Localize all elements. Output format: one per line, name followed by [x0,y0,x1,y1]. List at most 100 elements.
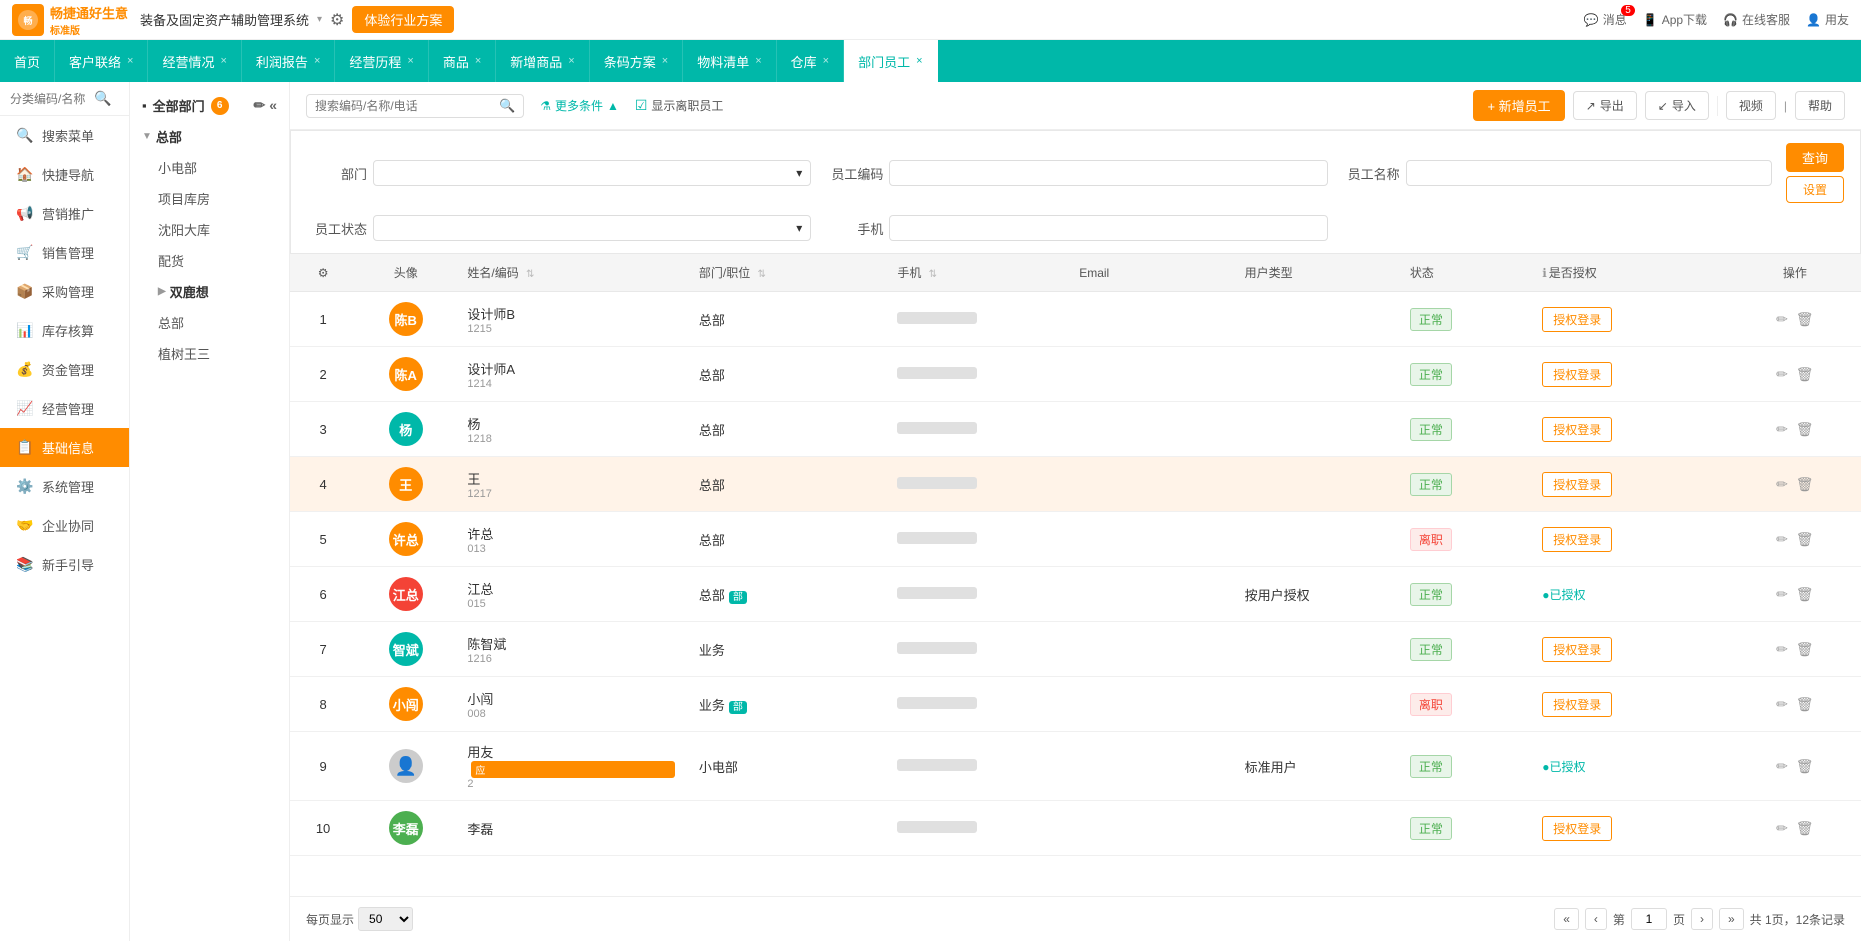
sidebar-item-finance[interactable]: 💰资金管理 [0,350,129,389]
sidebar-item-basic-info[interactable]: 📋基础信息 [0,428,129,467]
tab-close-icon[interactable]: × [755,55,761,67]
sidebar-search-icon[interactable]: 🔍 [94,90,111,107]
cell-auth[interactable]: 授权登录 [1530,457,1728,512]
filter-empname-input[interactable] [1406,160,1772,186]
delete-icon[interactable]: 🗑 [1796,696,1814,713]
delete-icon[interactable]: 🗑 [1796,366,1814,383]
delete-icon[interactable]: 🗑 [1796,820,1814,837]
nav-tab-9[interactable]: 仓库 × [777,40,844,82]
nav-tab-3[interactable]: 利润报告 × [242,40,335,82]
cell-auth[interactable]: 授权登录 [1530,801,1728,856]
sidebar-item-operation[interactable]: 📈经营管理 [0,389,129,428]
edit-icon[interactable]: ✏ [1776,696,1788,713]
delete-icon[interactable]: 🗑 [1796,311,1814,328]
last-page-button[interactable]: » [1719,908,1744,930]
user-btn[interactable]: 👤 用友 [1806,11,1849,28]
delete-icon[interactable]: 🗑 [1796,421,1814,438]
dept-collapse-icon[interactable]: « [269,97,277,114]
delete-icon[interactable]: 🗑 [1796,641,1814,658]
app-download-btn[interactable]: 📱 App下载 [1643,11,1707,28]
sidebar-item-inventory[interactable]: 📊库存核算 [0,311,129,350]
dept-edit-icon[interactable]: ✏ [253,97,265,114]
tab-close-icon[interactable]: × [823,55,829,67]
prev-page-button[interactable]: ‹ [1585,908,1607,930]
message-btn[interactable]: 💬 消息 5 [1584,11,1627,28]
tab-close-icon[interactable]: × [220,55,226,67]
sidebar-item-marketing[interactable]: 📢营销推广 [0,194,129,233]
show-resigned-toggle[interactable]: ☑ 显示离职员工 [635,97,724,114]
edit-icon[interactable]: ✏ [1776,531,1788,548]
edit-icon[interactable]: ✏ [1776,758,1788,775]
edit-icon[interactable]: ✏ [1776,311,1788,328]
dept-group-总部[interactable]: ▼总部 [130,121,289,152]
online-service-btn[interactable]: 🎧 在线客服 [1723,11,1790,28]
query-button[interactable]: 查询 [1786,143,1844,172]
auth-login-button[interactable]: 授权登录 [1542,816,1612,841]
tab-close-icon[interactable]: × [662,55,668,67]
tab-close-icon[interactable]: × [916,55,922,67]
filter-dept-select[interactable]: ▾ [373,160,811,186]
nav-tab-10[interactable]: 部门员工 × [844,40,937,82]
next-page-button[interactable]: › [1691,908,1713,930]
cell-auth[interactable]: 授权登录 [1530,512,1728,567]
edit-icon[interactable]: ✏ [1776,476,1788,493]
nav-tab-5[interactable]: 商品 × [429,40,496,82]
sidebar-item-sales[interactable]: 🛒销售管理 [0,233,129,272]
tab-close-icon[interactable]: × [407,55,413,67]
filter-phone-input[interactable] [889,215,1327,241]
filter-empcode-input[interactable] [889,160,1327,186]
filter-empstatus-select[interactable]: ▾ [373,215,811,241]
employee-search-icon[interactable]: 🔍 [499,98,515,114]
nav-tab-7[interactable]: 条码方案 × [590,40,683,82]
col-name-header[interactable]: 姓名/编码 ⇅ [455,254,687,292]
sidebar-item-search-menu[interactable]: 🔍搜索菜单 [0,116,129,155]
delete-icon[interactable]: 🗑 [1796,586,1814,603]
dept-group-双鹿想[interactable]: ▶双鹿想 [130,276,289,307]
sidebar-item-quick-nav[interactable]: 🏠快捷导航 [0,155,129,194]
cell-auth[interactable]: 授权登录 [1530,292,1728,347]
col-phone-header[interactable]: 手机 ⇅ [885,254,1067,292]
dept-item-总部[interactable]: 总部 [130,307,289,338]
import-button[interactable]: ↙ 导入 [1645,91,1709,120]
auth-login-button[interactable]: 授权登录 [1542,472,1612,497]
dept-item-小电部[interactable]: 小电部 [130,152,289,183]
dropdown-arrow-system[interactable]: ▾ [317,14,322,25]
sidebar-item-enterprise[interactable]: 🤝企业协同 [0,506,129,545]
auth-login-button[interactable]: 授权登录 [1542,637,1612,662]
trial-button[interactable]: 体验行业方案 [352,6,454,33]
sidebar-item-guide[interactable]: 📚新手引导 [0,545,129,584]
view-button[interactable]: 视频 [1726,91,1776,120]
tab-close-icon[interactable]: × [127,55,133,67]
dept-item-项目库房[interactable]: 项目库房 [130,183,289,214]
cell-auth[interactable]: 授权登录 [1530,622,1728,677]
more-filter-btn[interactable]: ⚗ 更多条件 ▲ [532,93,627,118]
tab-close-icon[interactable]: × [475,55,481,67]
nav-tab-6[interactable]: 新增商品 × [496,40,589,82]
first-page-button[interactable]: « [1554,908,1579,930]
col-dept-header[interactable]: 部门/职位 ⇅ [687,254,885,292]
edit-icon[interactable]: ✏ [1776,586,1788,603]
dept-item-植树王三[interactable]: 植树王三 [130,338,289,369]
edit-icon[interactable]: ✏ [1776,820,1788,837]
auth-login-button[interactable]: 授权登录 [1542,692,1612,717]
cell-auth[interactable]: 授权登录 [1530,347,1728,402]
edit-icon[interactable]: ✏ [1776,366,1788,383]
per-page-select[interactable]: 50 20 100 [358,907,413,931]
dept-all-header[interactable]: ▪ 全部部门 6 ✏ « [130,90,289,121]
nav-tab-0[interactable]: 首页 [0,40,55,82]
auth-login-button[interactable]: 授权登录 [1542,307,1612,332]
auth-login-button[interactable]: 授权登录 [1542,527,1612,552]
delete-icon[interactable]: 🗑 [1796,531,1814,548]
tab-close-icon[interactable]: × [314,55,320,67]
cell-auth[interactable]: 授权登录 [1530,402,1728,457]
sidebar-item-sys-mgmt[interactable]: ⚙️系统管理 [0,467,129,506]
nav-tab-4[interactable]: 经营历程 × [335,40,428,82]
delete-icon[interactable]: 🗑 [1796,476,1814,493]
gear-icon[interactable]: ⚙ [330,10,344,30]
nav-tab-2[interactable]: 经营情况 × [148,40,241,82]
nav-tab-8[interactable]: 物料清单 × [683,40,776,82]
page-num-input[interactable] [1631,908,1667,930]
dept-item-沈阳大库[interactable]: 沈阳大库 [130,214,289,245]
add-employee-button[interactable]: + 新增员工 [1473,90,1564,121]
employee-search-input[interactable] [315,99,495,113]
